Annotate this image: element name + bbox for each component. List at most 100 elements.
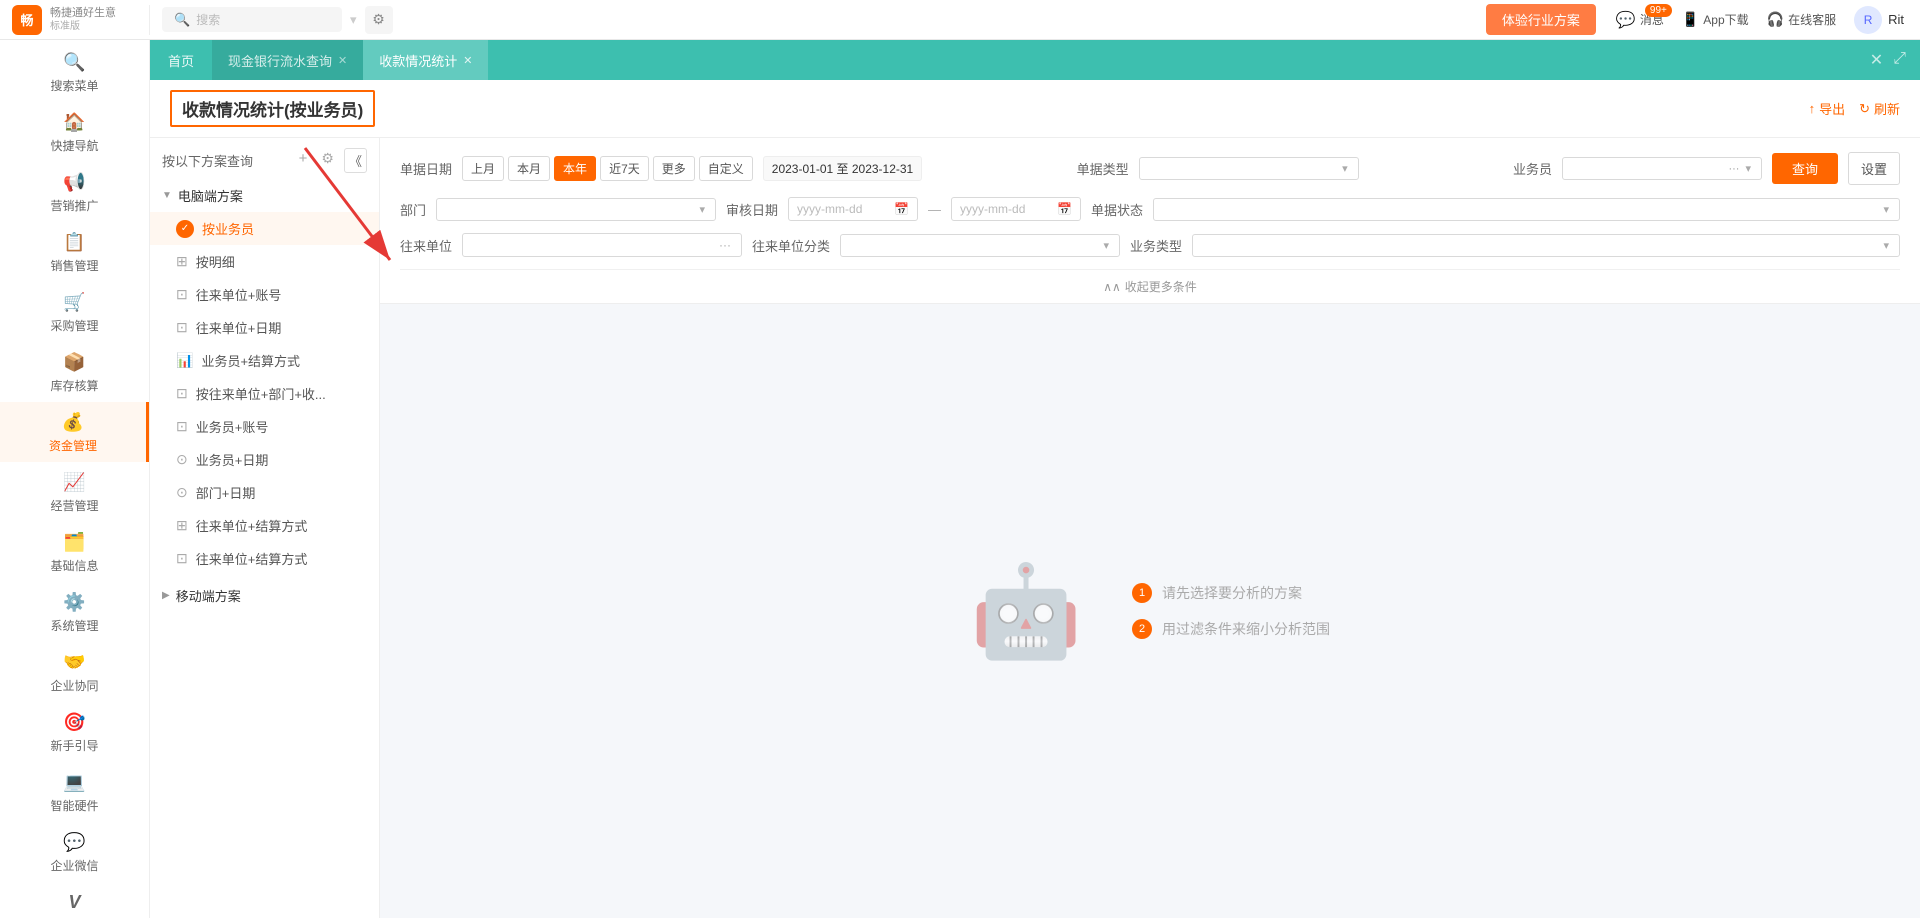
main-content-empty: 🤖 1 请先选择要分析的方案 2 用过滤条件来缩小分析范围 [380,304,1920,918]
dept-select[interactable]: ▾ [436,198,716,221]
collapse-panel-btn[interactable]: 《 [344,148,367,173]
desktop-group-title[interactable]: ▼ 电脑端方案 [150,179,379,212]
tab-collection-stats[interactable]: 收款情况统计 ✕ [363,40,488,80]
scheme-item-salesperson-account[interactable]: ⊡ 业务员+账号 [150,410,379,443]
scheme-item-salesperson-account-icon: ⊡ [176,418,188,435]
partner-category-select[interactable]: ▾ [840,234,1120,257]
doc-type-select[interactable]: ▾ [1139,157,1359,180]
doc-status-select[interactable]: ▾ [1153,198,1900,221]
sidebar: 🔍 搜索菜单 🏠 快捷导航 📢 营销推广 📋 销售管理 🛒 采购管理 📦 [0,40,150,918]
review-date-start-input[interactable]: yyyy-mm-dd 📅 [788,197,918,221]
partner-label: 往来单位 [400,236,452,255]
left-panel-icons: + ⚙ 《 [295,148,367,173]
tab-home[interactable]: 首页 [150,40,212,80]
tab-bank-flow-close[interactable]: ✕ [338,54,347,67]
refresh-btn[interactable]: ↻刷新 [1859,99,1900,118]
topbar-settings-btn[interactable]: ⚙ [365,6,393,34]
export-btn[interactable]: ↑导出 [1809,99,1846,118]
sidebar-item-quick-nav[interactable]: 🏠 快捷导航 [0,102,149,162]
mobile-group-title[interactable]: ▶ 移动端方案 [150,579,379,612]
empty-illustration: 🤖 [970,559,1082,664]
scheme-item-partner-account[interactable]: ⊡ 往来单位+账号 [150,278,379,311]
sidebar-item-finance[interactable]: 💰 资金管理 [0,402,149,462]
date-buttons: 上月 本月 本年 近7天 更多 自定义 [462,156,753,181]
scheme-item-partner-payment2[interactable]: ⊡ 往来单位+结算方式 [150,542,379,575]
mobile-scheme-group: ▶ 移动端方案 [150,579,379,612]
logo-icon: 畅 [12,5,42,35]
sidebar-item-inventory[interactable]: 📦 库存核算 [0,342,149,402]
scheme-item-partner-payment1[interactable]: ⊞ 往来单位+结算方式 [150,509,379,542]
sidebar-item-enterprise[interactable]: 🤝 企业协同 [0,642,149,702]
scheme-item-partner-dept-collect[interactable]: ⊡ 按往来单位+部门+收... [150,377,379,410]
topbar-dropdown-icon[interactable]: ▾ [350,12,357,28]
scheme-item-by-salesperson-label: 按业务员 [202,219,254,238]
review-date-end-input[interactable]: yyyy-mm-dd 📅 [951,197,1081,221]
date-label: 单据日期 [400,159,452,178]
sidebar-item-basic-info[interactable]: 🗂️ 基础信息 [0,522,149,582]
mobile-group-label: 移动端方案 [176,586,241,605]
tab-bank-flow[interactable]: 现金银行流水查询 ✕ [212,40,363,80]
tab-bar: 首页 现金银行流水查询 ✕ 收款情况统计 ✕ ✕ ⤢ [150,40,1920,80]
online-service-btn[interactable]: 🎧 在线客服 [1767,11,1836,28]
scheme-item-salesperson-payment-label: 业务员+结算方式 [201,351,300,370]
sidebar-item-system[interactable]: ⚙️ 系统管理 [0,582,149,642]
step-num-2: 2 [1132,619,1152,639]
partner-category-label: 往来单位分类 [752,236,830,255]
scheme-item-partner-date-label: 往来单位+日期 [196,318,282,337]
avatar: R [1854,6,1882,34]
collapse-more-btn[interactable]: ∧∧ 收起更多条件 [400,269,1900,303]
date-btn-last-7-days[interactable]: 近7天 [600,156,649,181]
sidebar-item-member[interactable]: V 畅会员 [0,882,149,918]
scheme-item-dept-date[interactable]: ⊙ 部门+日期 [150,476,379,509]
sidebar-item-purchase[interactable]: 🛒 采购管理 [0,282,149,342]
tab-bank-flow-label: 现金银行流水查询 [228,51,332,70]
doc-type-label: 单据类型 [1077,159,1129,178]
sidebar-item-sales[interactable]: 📋 销售管理 [0,222,149,282]
window-maximize-btn[interactable]: ⤢ [1893,50,1906,70]
sidebar-item-search-menu[interactable]: 🔍 搜索菜单 [0,40,149,102]
sidebar-item-marketing[interactable]: 📢 营销推广 [0,162,149,222]
add-scheme-btn[interactable]: + [295,148,312,173]
filter-row-3: 往来单位 ··· 往来单位分类 ▾ [400,233,1900,257]
sidebar-item-wechat[interactable]: 💬 企业微信 [0,822,149,882]
business-type-select[interactable]: ▾ [1192,234,1900,257]
window-close-btn[interactable]: ✕ [1870,50,1883,70]
scheme-item-partner-payment1-label: 往来单位+结算方式 [196,516,308,535]
scheme-item-by-salesperson[interactable]: ✓ 按业务员 [150,212,379,245]
settings-btn[interactable]: 设置 [1848,152,1900,185]
filter-area: 单据日期 上月 本月 本年 近7天 更多 自定义 2023-01-01 至 20… [380,138,1920,304]
scheme-settings-btn[interactable]: ⚙ [317,148,338,173]
empty-step-2-text: 用过滤条件来缩小分析范围 [1162,619,1330,639]
partner-input[interactable]: ··· [462,233,742,257]
sidebar-item-tutorial[interactable]: 🎯 新手引导 [0,702,149,762]
empty-steps: 1 请先选择要分析的方案 2 用过滤条件来缩小分析范围 [1132,583,1330,639]
scheme-item-partner-payment2-label: 往来单位+结算方式 [196,549,308,568]
messages-btn[interactable]: 💬 99+ 消息 [1616,10,1664,30]
messages-badge: 99+ [1645,4,1672,17]
app-download-label: App下载 [1703,11,1748,28]
date-btn-custom[interactable]: 自定义 [699,156,753,181]
date-btn-this-month[interactable]: 本月 [508,156,550,181]
scheme-item-salesperson-date[interactable]: ⊙ 业务员+日期 [150,443,379,476]
sidebar-item-operations[interactable]: 📈 经营管理 [0,462,149,522]
scheme-item-partner-dept-collect-icon: ⊡ [176,385,188,402]
date-btn-last-month[interactable]: 上月 [462,156,504,181]
app-download-btn[interactable]: 📱 App下载 [1682,11,1749,28]
sidebar-item-smart-hw[interactable]: 💻 智能硬件 [0,762,149,822]
date-btn-this-year[interactable]: 本年 [554,156,596,181]
scheme-item-by-detail-label: 按明细 [196,252,235,271]
scheme-item-salesperson-account-label: 业务员+账号 [196,417,269,436]
scheme-item-partner-payment2-icon: ⊡ [176,550,188,567]
trial-btn[interactable]: 体验行业方案 [1486,4,1596,35]
scheme-item-partner-date[interactable]: ⊡ 往来单位+日期 [150,311,379,344]
date-btn-more[interactable]: 更多 [653,156,695,181]
query-btn[interactable]: 查询 [1772,153,1838,184]
user-area[interactable]: R Rit [1854,6,1904,34]
scheme-item-by-detail[interactable]: ⊞ 按明细 [150,245,379,278]
salesperson-select[interactable]: ··· ▾ [1562,157,1762,180]
scheme-item-salesperson-payment[interactable]: 📊 业务员+结算方式 [150,344,379,377]
tab-collection-stats-close[interactable]: ✕ [463,54,472,67]
scheme-item-partner-payment1-icon: ⊞ [176,517,188,534]
top-search[interactable]: 🔍 搜索 [162,7,342,32]
empty-step-1-text: 请先选择要分析的方案 [1162,583,1302,603]
